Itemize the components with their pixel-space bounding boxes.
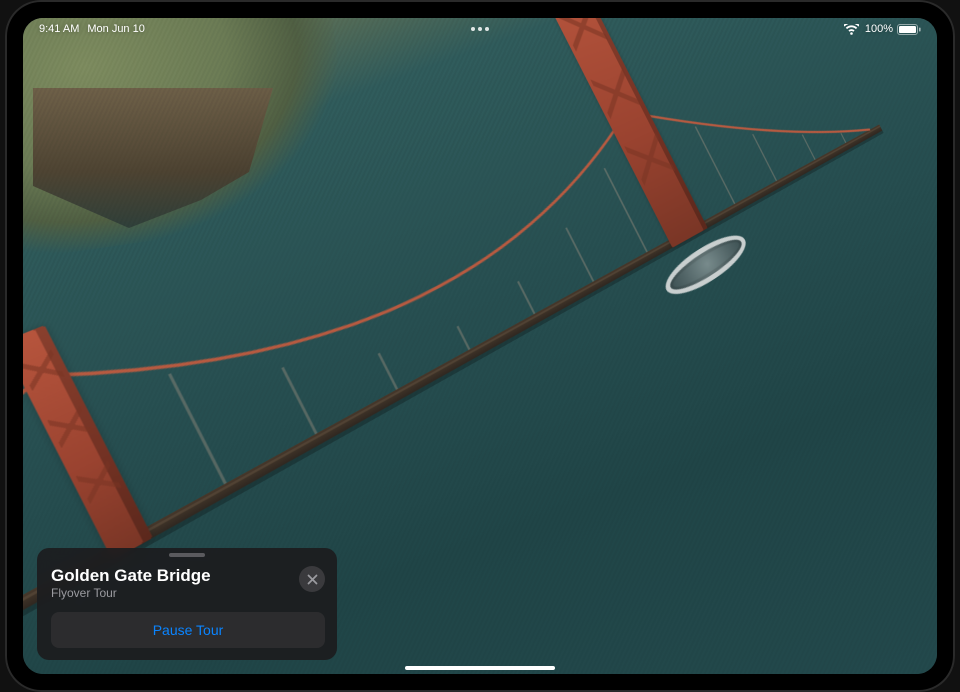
close-button[interactable] bbox=[299, 566, 325, 592]
multitasking-dots-icon[interactable] bbox=[471, 27, 489, 31]
pause-tour-button[interactable]: Pause Tour bbox=[51, 612, 325, 648]
status-battery-percent: 100% bbox=[865, 23, 893, 35]
bridge-tower-footing bbox=[658, 225, 753, 305]
status-bar: 9:41 AM Mon Jun 10 100% bbox=[23, 18, 937, 40]
close-icon bbox=[307, 574, 318, 585]
home-indicator[interactable] bbox=[405, 666, 555, 670]
battery-icon bbox=[897, 24, 921, 35]
card-grabber-handle[interactable] bbox=[169, 553, 205, 557]
status-date: Mon Jun 10 bbox=[87, 23, 144, 35]
status-time: 9:41 AM bbox=[39, 23, 79, 35]
flyover-tour-card[interactable]: Golden Gate Bridge Flyover Tour Pause To… bbox=[37, 548, 337, 660]
wifi-icon bbox=[844, 24, 859, 35]
flyover-subtitle: Flyover Tour bbox=[51, 586, 211, 600]
flyover-title: Golden Gate Bridge bbox=[51, 566, 211, 586]
ipad-device-frame: 9:41 AM Mon Jun 10 100% bbox=[5, 0, 955, 692]
bridge-tower-north bbox=[23, 325, 153, 560]
screen: 9:41 AM Mon Jun 10 100% bbox=[23, 18, 937, 674]
bridge-tower-south bbox=[541, 18, 708, 248]
